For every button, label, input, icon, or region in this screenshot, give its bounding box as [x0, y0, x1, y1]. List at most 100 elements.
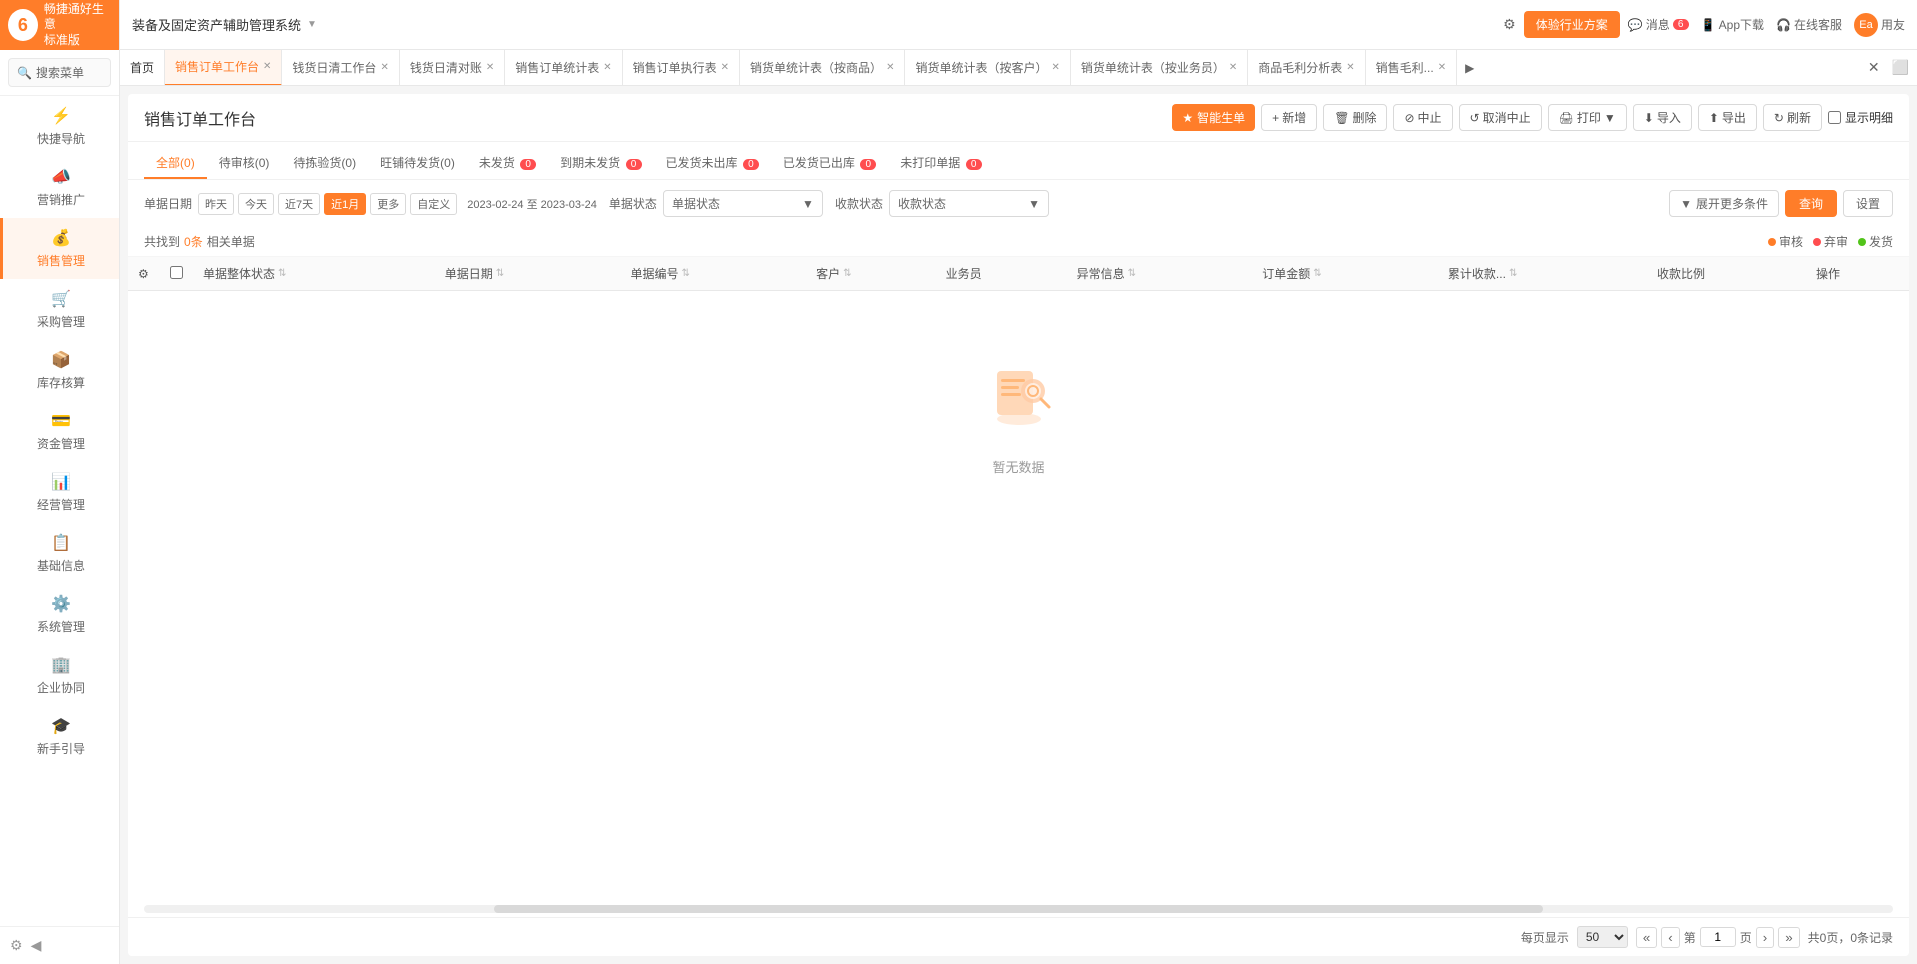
tab-sales-order-workbench[interactable]: 销售订单工作台 ✕: [165, 50, 282, 86]
close-tab-icon[interactable]: ✕: [1864, 57, 1884, 78]
tab-close-icon[interactable]: ✕: [380, 62, 388, 73]
audit-action-button[interactable]: 审核: [1768, 233, 1803, 250]
last-month-btn[interactable]: 近1月: [324, 193, 366, 215]
tab-reconciliation[interactable]: 钱货日清对账 ✕: [400, 50, 505, 86]
sidebar-item-sales[interactable]: 💰 销售管理: [0, 218, 119, 279]
last7-btn[interactable]: 近7天: [278, 193, 320, 215]
user-area[interactable]: Ea 用友: [1854, 13, 1905, 37]
page-size-select[interactable]: 50 10 20 100: [1577, 926, 1628, 948]
sidebar-item-guide[interactable]: 🎓 新手引导: [0, 706, 119, 767]
subtab-wangpu-ship[interactable]: 旺铺待发货(0): [368, 148, 467, 179]
expand-filter-button[interactable]: ▼ 展开更多条件: [1669, 190, 1779, 217]
tab-close-icon[interactable]: ✕: [1229, 62, 1237, 73]
content-area: 销售订单工作台 ★ 智能生单 + 新增 🗑 删除 ⊘: [120, 86, 1917, 964]
export-button[interactable]: ⬆ 导出: [1698, 104, 1757, 131]
prev-page-button[interactable]: ‹: [1661, 927, 1679, 948]
show-detail-checkbox-area[interactable]: 显示明细: [1828, 109, 1893, 126]
system-dropdown-icon[interactable]: ▼: [307, 19, 317, 30]
last-page-button[interactable]: »: [1778, 927, 1799, 948]
subtab-shipped-out[interactable]: 已发货已出库 0: [771, 148, 888, 179]
tab-close-icon[interactable]: ✕: [1438, 62, 1446, 73]
search-menu-button[interactable]: 🔍 搜索菜单: [8, 58, 111, 87]
sidebar-item-system[interactable]: ⚙️ 系统管理: [0, 584, 119, 645]
ship-action-button[interactable]: 发货: [1858, 233, 1893, 250]
stop-button[interactable]: ⊘ 中止: [1393, 104, 1452, 131]
payment-select[interactable]: 收款状态 ▼: [889, 190, 1049, 217]
collapse-button[interactable]: ◀: [31, 937, 42, 954]
smart-create-button[interactable]: ★ 智能生单: [1172, 104, 1255, 131]
tab-customer-stats[interactable]: 销货单统计表（按客户） ✕: [905, 50, 1070, 86]
sort-customer[interactable]: 客户 ⇅: [816, 265, 926, 282]
sort-date[interactable]: 单据日期 ⇅: [445, 265, 611, 282]
sidebar-item-operations[interactable]: 📊 经营管理: [0, 462, 119, 523]
page-nav: « ‹ 第 页 › »: [1636, 927, 1800, 948]
cancel-stop-button[interactable]: ↺ 取消中止: [1459, 104, 1542, 131]
tab-salesman-stats[interactable]: 销货单统计表（按业务员） ✕: [1071, 50, 1248, 86]
tab-close-icon[interactable]: ✕: [603, 62, 611, 73]
status-select[interactable]: 单据状态 ▼: [663, 190, 823, 217]
more-tabs-button[interactable]: ▶: [1457, 50, 1482, 86]
sort-status[interactable]: 单据整体状态 ⇅: [203, 265, 425, 282]
more-btn[interactable]: 更多: [370, 193, 406, 215]
sidebar-item-purchase[interactable]: 🛒 采购管理: [0, 279, 119, 340]
import-button[interactable]: ⬇ 导入: [1633, 104, 1692, 131]
enterprise-icon: 🏢: [51, 655, 71, 675]
tab-daily-clear[interactable]: 钱货日清工作台 ✕: [282, 50, 399, 86]
sidebar-item-marketing[interactable]: 📣 营销推广: [0, 157, 119, 218]
scroll-thumb[interactable]: [494, 905, 1543, 913]
restore-tab-icon[interactable]: ⬜: [1888, 57, 1913, 78]
tab-sales-stats[interactable]: 销售订单统计表 ✕: [505, 50, 622, 86]
tab-close-icon[interactable]: ✕: [721, 62, 729, 73]
tab-sales-exec[interactable]: 销售订单执行表 ✕: [623, 50, 740, 86]
cancel-audit-action-button[interactable]: 弃审: [1813, 233, 1848, 250]
subtab-not-printed[interactable]: 未打印单据 0: [888, 148, 993, 179]
empty-state: 暂无数据: [128, 291, 1909, 536]
subtab-shipped-not-out[interactable]: 已发货未出库 0: [654, 148, 771, 179]
subtab-overdue-not-shipped[interactable]: 到期未发货 0: [548, 148, 653, 179]
settings-bottom-button[interactable]: ⚙: [10, 937, 23, 954]
delete-button[interactable]: 🗑 删除: [1323, 104, 1387, 131]
subtab-pending-audit[interactable]: 待审核(0): [207, 148, 282, 179]
app-download-button[interactable]: 📱 App下载: [1701, 16, 1764, 33]
next-page-button[interactable]: ›: [1756, 927, 1774, 948]
tab-goods-stats[interactable]: 销货单统计表（按商品） ✕: [740, 50, 905, 86]
show-detail-checkbox[interactable]: [1828, 111, 1841, 124]
yesterday-btn[interactable]: 昨天: [198, 193, 234, 215]
online-service-button[interactable]: 🎧 在线客服: [1776, 16, 1842, 33]
sort-amount[interactable]: 订单金额 ⇅: [1262, 265, 1428, 282]
tab-close-icon[interactable]: ✕: [263, 61, 271, 72]
tab-close-icon[interactable]: ✕: [886, 62, 894, 73]
tab-close-icon[interactable]: ✕: [486, 62, 494, 73]
sidebar-item-finance[interactable]: 💳 资金管理: [0, 401, 119, 462]
subtab-pending-pick[interactable]: 待拣验货(0): [281, 148, 368, 179]
tab-profit-analysis[interactable]: 商品毛利分析表 ✕: [1248, 50, 1365, 86]
sidebar-item-basic[interactable]: 📋 基础信息: [0, 523, 119, 584]
horizontal-scrollbar[interactable]: [144, 905, 1893, 913]
tab-home[interactable]: 首页: [120, 50, 165, 86]
custom-btn[interactable]: 自定义: [410, 193, 457, 215]
first-page-button[interactable]: «: [1636, 927, 1657, 948]
print-button[interactable]: 🖨 打印 ▼: [1548, 104, 1627, 131]
sort-collected[interactable]: 累计收款... ⇅: [1448, 265, 1637, 282]
filter-setting-button[interactable]: 设置: [1843, 190, 1893, 217]
tab-close-icon[interactable]: ✕: [1346, 62, 1354, 73]
subtab-not-shipped[interactable]: 未发货 0: [467, 148, 548, 179]
trial-button[interactable]: 体验行业方案: [1524, 11, 1620, 38]
today-btn[interactable]: 今天: [238, 193, 274, 215]
tab-sales-profit[interactable]: 销售毛利... ✕: [1366, 50, 1457, 86]
add-button[interactable]: + 新增: [1261, 104, 1317, 131]
sort-number[interactable]: 单据编号 ⇅: [630, 265, 796, 282]
sort-abnormal[interactable]: 异常信息 ⇅: [1077, 265, 1243, 282]
page-number-input[interactable]: [1700, 927, 1736, 947]
export-icon: ⬆: [1709, 111, 1719, 125]
gear-settings-icon[interactable]: ⚙: [1503, 16, 1516, 33]
query-button[interactable]: 查询: [1785, 190, 1837, 217]
refresh-button[interactable]: ↻ 刷新: [1763, 104, 1822, 131]
select-all-checkbox[interactable]: [170, 266, 183, 279]
subtab-all[interactable]: 全部(0): [144, 148, 207, 179]
sidebar-item-inventory[interactable]: 📦 库存核算: [0, 340, 119, 401]
sidebar-item-enterprise[interactable]: 🏢 企业协同: [0, 645, 119, 706]
tab-close-icon[interactable]: ✕: [1051, 62, 1059, 73]
sidebar-item-quicknav[interactable]: ⚡ 快捷导航: [0, 96, 119, 157]
messages-button[interactable]: 💬 消息 6: [1628, 16, 1689, 33]
